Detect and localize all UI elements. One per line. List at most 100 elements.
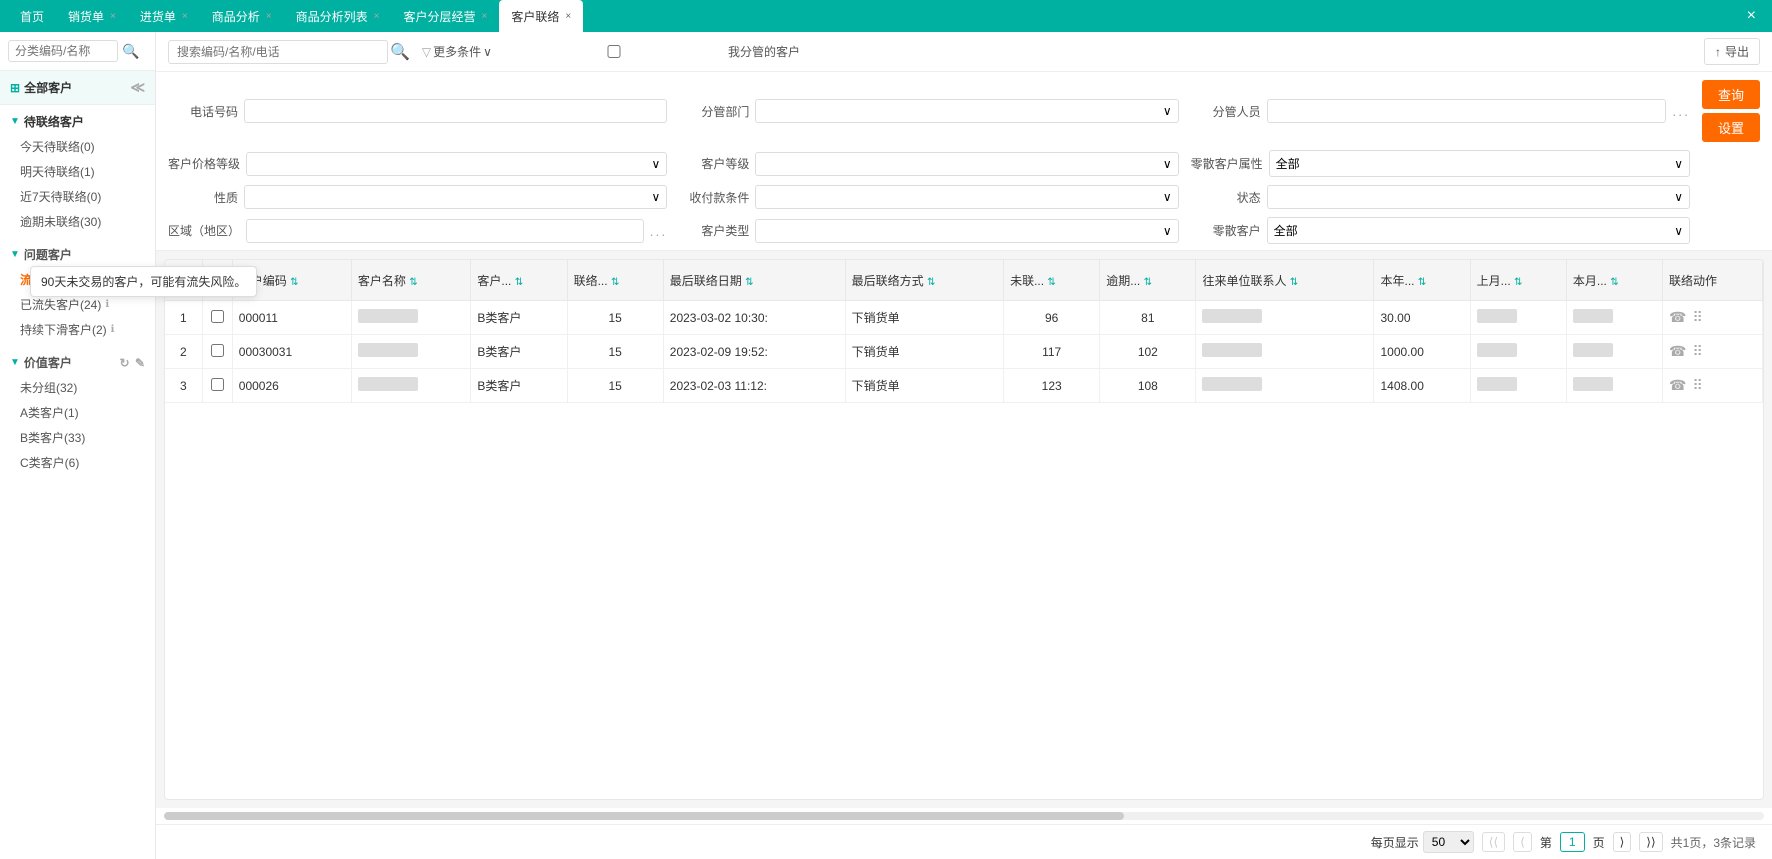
region-input[interactable] xyxy=(246,219,644,243)
row1-last-month xyxy=(1470,301,1566,335)
sidebar-item-today[interactable]: 今天待联络(0) xyxy=(0,134,155,159)
col-last-method-label: 最后联络方式 xyxy=(852,274,924,288)
payment-select[interactable]: ∨ xyxy=(755,185,1178,209)
row1-more-icon[interactable]: ⠿ xyxy=(1693,309,1703,326)
row3-contact-icon[interactable]: ☎ xyxy=(1669,377,1686,394)
row3-checkbox[interactable] xyxy=(211,378,224,391)
scrollbar-thumb[interactable] xyxy=(164,812,1124,820)
col-this-month[interactable]: 本月... ⇅ xyxy=(1566,260,1662,301)
query-button[interactable]: 查询 xyxy=(1702,80,1760,109)
export-button[interactable]: ↑ 导出 xyxy=(1704,38,1760,65)
tab-product-analysis[interactable]: 商品分析 × xyxy=(200,0,284,32)
row1-method-link[interactable]: 下销货单 xyxy=(852,311,900,325)
sidebar-item-class-c[interactable]: C类客户(6) xyxy=(0,450,155,475)
filter-row-region: 区域（地区） ... xyxy=(168,219,667,243)
filter-row-scatter-customer: 零散客户 全部 ∨ xyxy=(1191,217,1690,244)
tab-customer-contact-close[interactable]: × xyxy=(565,11,571,22)
customer-type-select[interactable]: ∨ xyxy=(755,219,1178,243)
col-last-contact-method[interactable]: 最后联络方式 ⇅ xyxy=(845,260,1003,301)
status-select[interactable]: ∨ xyxy=(1267,185,1690,209)
col-last-contact-date[interactable]: 最后联络日期 ⇅ xyxy=(663,260,845,301)
col-customer-type[interactable]: 客户... ⇅ xyxy=(471,260,567,301)
manager-more-icon[interactable]: ... xyxy=(1672,103,1690,119)
phone-input[interactable] xyxy=(244,99,667,123)
sidebar-item-declining[interactable]: 持续下滑客户(2) ℹ xyxy=(0,317,155,342)
sidebar-item-tomorrow[interactable]: 明天待联络(1) xyxy=(0,159,155,184)
sidebar-item-7days[interactable]: 近7天待联络(0) xyxy=(0,184,155,209)
declining-label: 持续下滑客户(2) xyxy=(20,321,107,338)
first-page-button[interactable]: ⟨⟨ xyxy=(1482,832,1505,852)
last-page-button[interactable]: ⟩⟩ xyxy=(1639,832,1662,852)
row2-year: 1000.00 xyxy=(1374,335,1470,369)
col-tmonth-sort-icon: ⇅ xyxy=(1610,277,1618,288)
per-page-select[interactable]: 50 20 100 xyxy=(1423,831,1474,853)
edit-icon[interactable]: ✎ xyxy=(135,356,145,370)
price-level-select[interactable]: ∨ xyxy=(246,152,667,176)
col-name[interactable]: 客户名称 ⇅ xyxy=(351,260,471,301)
tab-customer-layer-close[interactable]: × xyxy=(481,11,487,22)
tab-sales-close[interactable]: × xyxy=(110,11,116,22)
tab-customer-contact[interactable]: 客户联络 × xyxy=(499,0,583,32)
more-conditions-button[interactable]: ▽ 更多条件 ∨ xyxy=(422,43,492,60)
sidebar-search-input[interactable] xyxy=(8,40,118,62)
row1-overdue: 81 xyxy=(1100,301,1196,335)
row1-tmonth-blurred xyxy=(1573,309,1613,323)
scatter-attr-chevron-icon: ∨ xyxy=(1674,157,1683,171)
sidebar-item-class-a[interactable]: A类客户(1) xyxy=(0,400,155,425)
col-unlink-days[interactable]: 未联... ⇅ xyxy=(1004,260,1100,301)
col-contact-count[interactable]: 联络... ⇅ xyxy=(567,260,663,301)
region-more-icon[interactable]: ... xyxy=(650,223,668,239)
scatter-attr-select[interactable]: 全部 ∨ xyxy=(1269,150,1690,177)
dept-select[interactable]: ∨ xyxy=(755,99,1178,123)
my-customers-checkbox-area[interactable]: 我分管的客户 xyxy=(504,43,800,60)
tab-sales[interactable]: 销货单 × xyxy=(56,0,128,32)
sidebar-item-class-b[interactable]: B类客户(33) xyxy=(0,425,155,450)
row2-checkbox[interactable] xyxy=(211,344,224,357)
search-button[interactable]: 🔍 xyxy=(390,42,410,62)
col-overdue[interactable]: 逾期... ⇅ xyxy=(1100,260,1196,301)
settings-button[interactable]: 设置 xyxy=(1702,113,1760,142)
customer-type-label: 客户类型 xyxy=(679,222,749,239)
customer-level-select[interactable]: ∨ xyxy=(755,152,1178,176)
sidebar-section-pending-title[interactable]: ▼ 待联络客户 xyxy=(0,109,155,134)
search-input[interactable] xyxy=(168,40,388,64)
row3-method-link[interactable]: 下销货单 xyxy=(852,379,900,393)
window-close-icon[interactable]: × xyxy=(1739,7,1764,25)
sidebar-collapse-icon[interactable]: ≪ xyxy=(130,79,145,96)
scrollbar-track xyxy=(164,812,1764,820)
nature-select[interactable]: ∨ xyxy=(244,185,667,209)
row1-checkbox[interactable] xyxy=(211,310,224,323)
tab-product-analysis-close[interactable]: × xyxy=(266,11,272,22)
sidebar-item-ungrouped[interactable]: 未分组(32) xyxy=(0,375,155,400)
row1-contact-icon[interactable]: ☎ xyxy=(1669,309,1686,326)
sidebar-all-customers[interactable]: ⊞ 全部客户 ≪ xyxy=(0,71,155,105)
row3-more-icon[interactable]: ⠿ xyxy=(1693,377,1703,394)
tab-product-list-close[interactable]: × xyxy=(374,11,380,22)
manager-input[interactable] xyxy=(1267,99,1667,123)
scatter-customer-value: 全部 xyxy=(1274,222,1298,239)
col-year-amount[interactable]: 本年... ⇅ xyxy=(1374,260,1470,301)
col-actions-label: 联络动作 xyxy=(1669,274,1717,288)
refresh-icon[interactable]: ↻ xyxy=(120,356,130,370)
prev-page-button[interactable]: ⟨ xyxy=(1513,832,1532,852)
row2-more-icon[interactable]: ⠿ xyxy=(1693,343,1703,360)
scatter-customer-select[interactable]: 全部 ∨ xyxy=(1267,217,1690,244)
col-last-month[interactable]: 上月... ⇅ xyxy=(1470,260,1566,301)
my-customers-checkbox[interactable] xyxy=(504,45,724,58)
filter-bar: 🔍 ▽ 更多条件 ∨ 我分管的客户 ↑ 导出 xyxy=(156,32,1772,72)
row2-contact-icon[interactable]: ☎ xyxy=(1669,343,1686,360)
sidebar-search-icon[interactable]: 🔍 xyxy=(122,43,139,60)
tab-home[interactable]: 首页 xyxy=(8,0,56,32)
dept-label: 分管部门 xyxy=(679,103,749,120)
col-contact-person[interactable]: 往来单位联系人 ⇅ xyxy=(1196,260,1374,301)
tab-product-list[interactable]: 商品分析列表 × xyxy=(284,0,392,32)
sidebar-item-overdue[interactable]: 逾期未联络(30) xyxy=(0,209,155,234)
row2-method-link[interactable]: 下销货单 xyxy=(852,345,900,359)
horizontal-scrollbar[interactable] xyxy=(156,808,1772,824)
next-page-button[interactable]: ⟩ xyxy=(1613,832,1632,852)
tab-purchase-close[interactable]: × xyxy=(182,11,188,22)
customer-type-chevron-icon: ∨ xyxy=(1163,224,1172,238)
problem-title-label: 问题客户 xyxy=(24,246,72,263)
tab-purchase[interactable]: 进货单 × xyxy=(128,0,200,32)
tab-customer-layer[interactable]: 客户分层经营 × xyxy=(391,0,499,32)
